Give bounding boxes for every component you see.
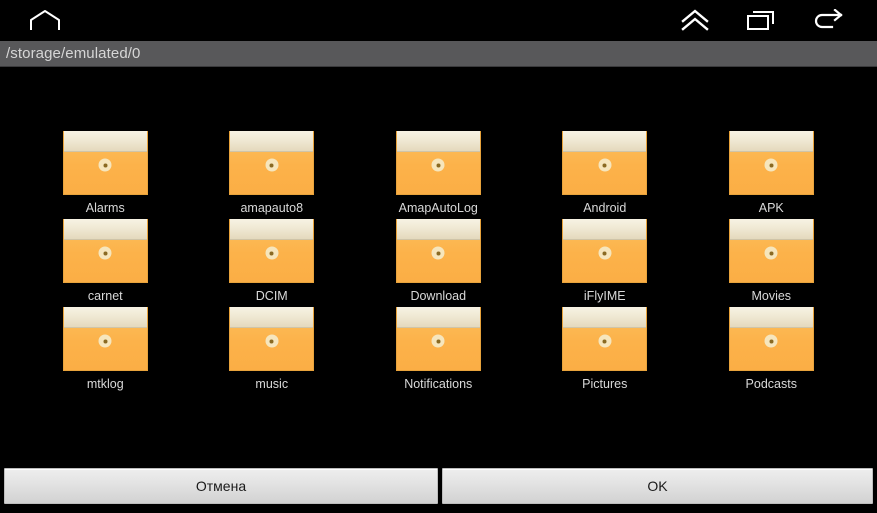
folder-icon (562, 131, 648, 195)
ok-button[interactable]: OK (442, 467, 873, 504)
current-path-text: /storage/emulated/0 (6, 45, 141, 62)
folder-item[interactable]: Movies (688, 219, 855, 307)
folder-icon (395, 219, 481, 283)
recent-apps-icon (745, 8, 777, 32)
folder-label: APK (758, 201, 784, 215)
folder-item[interactable]: music (189, 307, 356, 395)
folder-center-dot-icon (98, 246, 112, 260)
folder-label: Alarms (85, 201, 125, 215)
folder-flap (230, 131, 314, 152)
folder-center-dot-icon (265, 334, 279, 348)
folder-flap (729, 131, 813, 152)
folder-flap (729, 307, 813, 328)
folder-label: carnet (87, 289, 123, 303)
folder-center-dot-icon (764, 246, 778, 260)
folder-flap (396, 307, 480, 328)
folder-icon (229, 219, 315, 283)
folder-flap (230, 219, 314, 240)
folder-item[interactable]: Pictures (522, 307, 689, 395)
folder-label: AmapAutoLog (398, 201, 478, 215)
folder-grid-row: Alarms amapauto8 AmapAutoLog Android APK (0, 131, 877, 219)
folder-icon (562, 219, 648, 283)
folder-label: amapauto8 (240, 201, 304, 215)
dialog-button-bar: Отмена OK (0, 465, 877, 513)
folder-flap (563, 219, 647, 240)
back-button[interactable] (797, 0, 859, 40)
expand-up-button[interactable] (664, 0, 726, 40)
folder-flap (63, 131, 147, 152)
folder-item[interactable]: Download (355, 219, 522, 307)
folder-item[interactable]: amapauto8 (189, 131, 356, 219)
recent-apps-button[interactable] (730, 0, 792, 40)
folder-icon (229, 307, 315, 371)
folder-flap (563, 307, 647, 328)
folder-item[interactable]: iFlyIME (522, 219, 689, 307)
folder-center-dot-icon (98, 334, 112, 348)
folder-center-dot-icon (598, 246, 612, 260)
folder-icon (62, 131, 148, 195)
folder-icon (62, 307, 148, 371)
folder-flap (230, 307, 314, 328)
folder-item[interactable]: mtklog (22, 307, 189, 395)
android-file-picker-screen: /storage/emulated/0 Alarms amapauto8 Ama… (0, 0, 877, 513)
folder-label: Pictures (582, 377, 628, 391)
folder-center-dot-icon (265, 246, 279, 260)
folder-icon (728, 219, 814, 283)
folder-icon (562, 307, 648, 371)
folder-center-dot-icon (265, 158, 279, 172)
folder-label: Android (583, 201, 627, 215)
folder-item[interactable]: Notifications (355, 307, 522, 395)
system-navigation-bar (0, 0, 877, 40)
folder-center-dot-icon (431, 246, 445, 260)
folder-center-dot-icon (431, 158, 445, 172)
home-button[interactable] (14, 0, 76, 40)
folder-item[interactable]: DCIM (189, 219, 356, 307)
folder-item[interactable]: carnet (22, 219, 189, 307)
folder-label: Movies (751, 289, 792, 303)
back-arrow-icon (812, 9, 844, 31)
folder-grid-row: carnet DCIM Download iFlyIME Movies (0, 219, 877, 307)
folder-center-dot-icon (764, 158, 778, 172)
folder-label: iFlyIME (583, 289, 626, 303)
folder-grid-row: mtklog music Notifications Pictures Podc… (0, 307, 877, 395)
folder-flap (563, 131, 647, 152)
folder-icon (728, 131, 814, 195)
folder-icon (395, 131, 481, 195)
folder-item[interactable]: AmapAutoLog (355, 131, 522, 219)
folder-center-dot-icon (98, 158, 112, 172)
home-icon (29, 9, 61, 31)
folder-center-dot-icon (598, 334, 612, 348)
folder-icon (395, 307, 481, 371)
folder-grid: Alarms amapauto8 AmapAutoLog Android APK… (0, 67, 877, 465)
folder-label: music (255, 377, 289, 391)
folder-flap (396, 131, 480, 152)
current-path-bar[interactable]: /storage/emulated/0 (0, 41, 877, 67)
folder-flap (729, 219, 813, 240)
folder-center-dot-icon (431, 334, 445, 348)
folder-icon (62, 219, 148, 283)
folder-icon (728, 307, 814, 371)
folder-icon (229, 131, 315, 195)
folder-label: mtklog (86, 377, 124, 391)
folder-label: DCIM (255, 289, 288, 303)
folder-item[interactable]: APK (688, 131, 855, 219)
folder-flap (63, 219, 147, 240)
folder-label: Podcasts (745, 377, 797, 391)
folder-label: Notifications (404, 377, 473, 391)
cancel-button[interactable]: Отмена (4, 467, 438, 504)
folder-item[interactable]: Alarms (22, 131, 189, 219)
folder-label: Download (410, 289, 467, 303)
folder-item[interactable]: Podcasts (688, 307, 855, 395)
folder-flap (396, 219, 480, 240)
folder-flap (63, 307, 147, 328)
folder-center-dot-icon (764, 334, 778, 348)
chevron-double-up-icon (680, 8, 710, 32)
folder-center-dot-icon (598, 158, 612, 172)
folder-item[interactable]: Android (522, 131, 689, 219)
